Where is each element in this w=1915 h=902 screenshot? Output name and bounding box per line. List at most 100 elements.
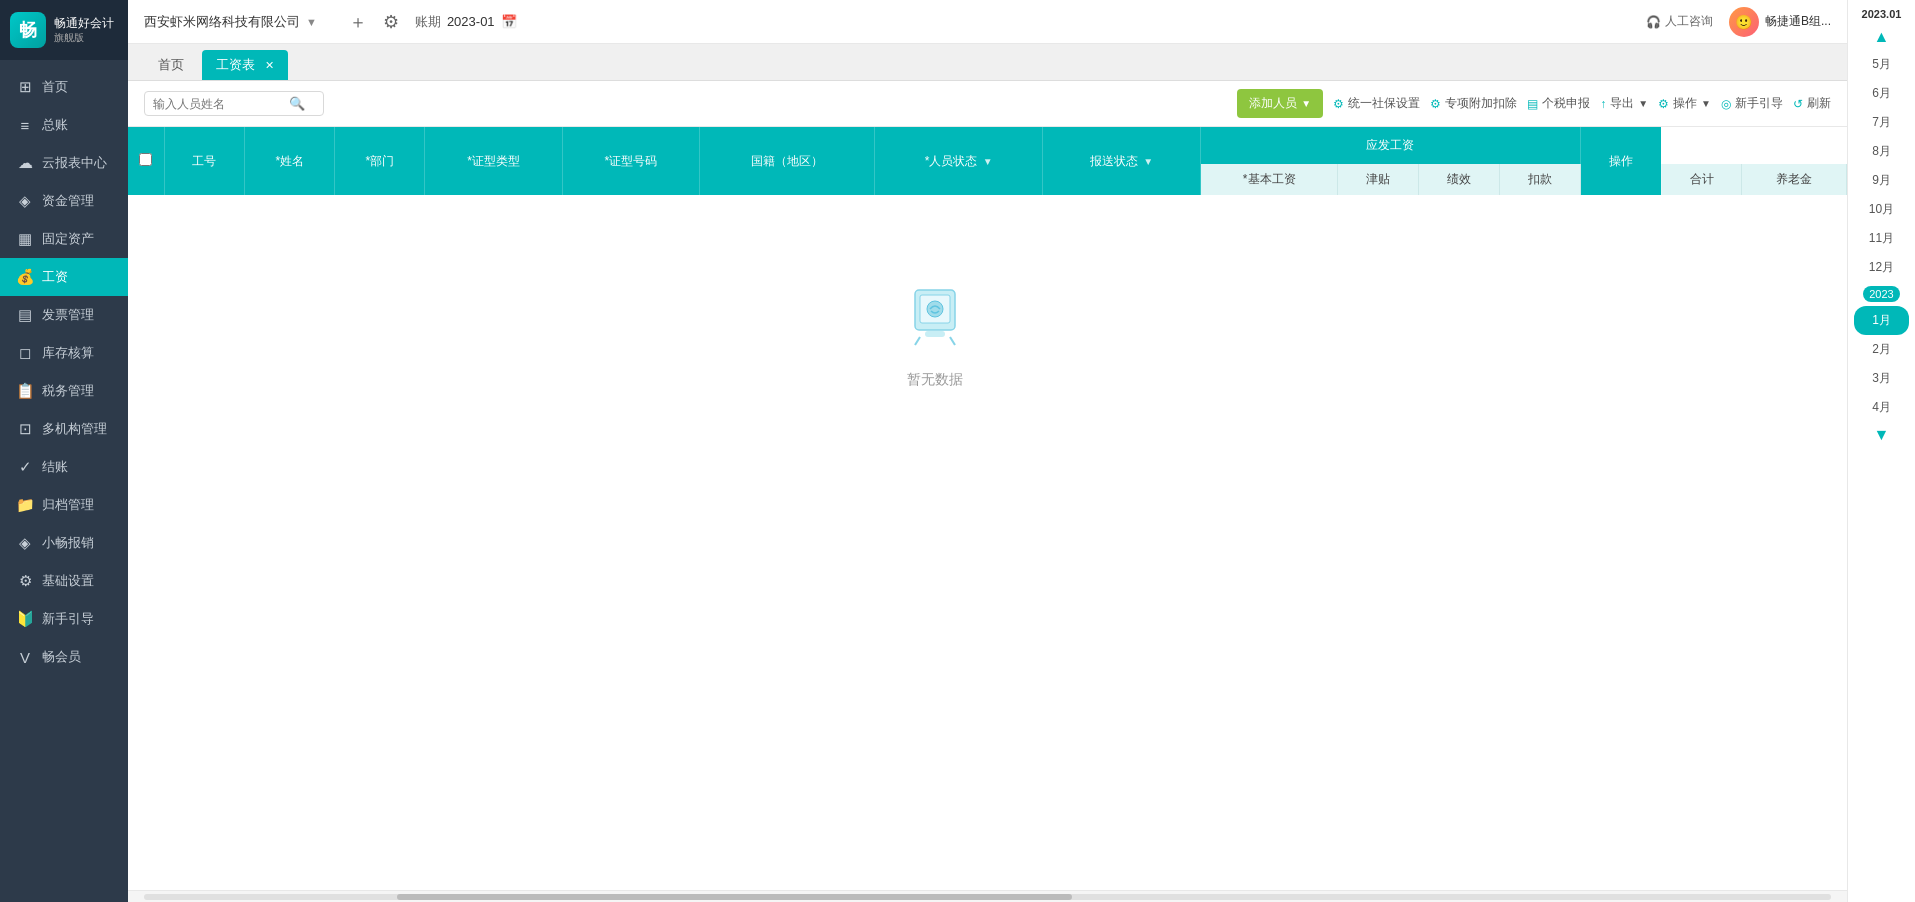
month-item-9[interactable]: 9月 [1848, 166, 1915, 195]
col-status: *人员状态 ▼ [875, 127, 1042, 195]
refresh-btn[interactable]: ↺ 刷新 [1793, 95, 1831, 112]
add-company-btn[interactable]: ＋ [345, 6, 371, 38]
sidebar-item-guide[interactable]: 🔰 新手引导 [0, 600, 128, 638]
inventory-icon: ◻ [16, 344, 34, 362]
tax-icon: 📋 [16, 382, 34, 400]
sidebar-item-close[interactable]: ✓ 结账 [0, 448, 128, 486]
col-id-num: *证型号码 [562, 127, 699, 195]
month-item-10[interactable]: 10月 [1848, 195, 1915, 224]
main-area: 西安虾米网络科技有限公司 ▼ ＋ ⚙ 账期 2023-01 📅 🎧 人工咨询 🙂… [128, 0, 1847, 902]
svg-line-4 [915, 337, 920, 345]
sidebar-item-expense[interactable]: ◈ 小畅报销 [0, 524, 128, 562]
bottom-scrollbar[interactable] [128, 890, 1847, 902]
year-badge: 2023 [1863, 286, 1899, 302]
sidebar-item-tax[interactable]: 📋 税务管理 [0, 372, 128, 410]
month-item-3[interactable]: 3月 [1848, 364, 1915, 393]
col-name: *姓名 [245, 127, 335, 195]
tab-home[interactable]: 首页 [144, 50, 198, 80]
user-avatar: 🙂 [1729, 7, 1759, 37]
deduction-icon: ⚙ [1430, 97, 1441, 111]
company-selector[interactable]: 西安虾米网络科技有限公司 ▼ [144, 13, 317, 31]
social-security-btn[interactable]: ⚙ 统一社保设置 [1333, 95, 1420, 112]
headset-icon: 🎧 [1646, 15, 1661, 29]
tax-report-icon: ▤ [1527, 97, 1538, 111]
sidebar-item-archive[interactable]: 📁 归档管理 [0, 486, 128, 524]
search-wrap: 🔍 [144, 91, 324, 116]
cloud-icon: ☁ [16, 154, 34, 172]
empty-text: 暂无数据 [907, 371, 963, 389]
toolbar-right: 添加人员 ▼ ⚙ 统一社保设置 ⚙ 专项附加扣除 ▤ 个税申报 ↑ 导出 ▼ ⚙ [1237, 89, 1831, 118]
sidebar-item-home[interactable]: ⊞ 首页 [0, 68, 128, 106]
month-item-6[interactable]: 6月 [1848, 79, 1915, 108]
status-filter-icon[interactable]: ▼ [983, 156, 993, 167]
submit-filter-icon[interactable]: ▼ [1143, 156, 1153, 167]
select-all-checkbox[interactable] [139, 153, 152, 166]
expense-icon: ◈ [16, 534, 34, 552]
calendar-icon[interactable]: 📅 [501, 14, 517, 29]
month-item-7[interactable]: 7月 [1848, 108, 1915, 137]
month-item-2[interactable]: 2月 [1848, 335, 1915, 364]
home-icon: ⊞ [16, 78, 34, 96]
sidebar: 畅 畅通好会计 旗舰版 ⊞ 首页 ≡ 总账 ☁ 云报表中心 ◈ 资金管理 ▦ 固… [0, 0, 128, 902]
col-payroll-header: 应发工资 [1201, 127, 1581, 164]
col-total: 合计 [1661, 164, 1742, 195]
guide-btn[interactable]: ◎ 新手引导 [1721, 95, 1783, 112]
archive-icon: 📁 [16, 496, 34, 514]
sidebar-item-salary[interactable]: 💰 工资 [0, 258, 128, 296]
export-chevron-icon: ▼ [1638, 98, 1648, 109]
user-info[interactable]: 🙂 畅捷通B组... [1729, 7, 1831, 37]
top-header: 西安虾米网络科技有限公司 ▼ ＋ ⚙ 账期 2023-01 📅 🎧 人工咨询 🙂… [128, 0, 1847, 44]
fund-icon: ◈ [16, 192, 34, 210]
sidebar-item-ledger[interactable]: ≡ 总账 [0, 106, 128, 144]
sidebar-nav: ⊞ 首页 ≡ 总账 ☁ 云报表中心 ◈ 资金管理 ▦ 固定资产 💰 工资 ▤ 发… [0, 60, 128, 902]
sidebar-item-settings[interactable]: ⚙ 基础设置 [0, 562, 128, 600]
company-name: 西安虾米网络科技有限公司 [144, 13, 300, 31]
sidebar-item-report[interactable]: ☁ 云报表中心 [0, 144, 128, 182]
tab-salary[interactable]: 工资表 ✕ [202, 50, 288, 80]
sidebar-item-inventory[interactable]: ◻ 库存核算 [0, 334, 128, 372]
search-icon[interactable]: 🔍 [289, 96, 305, 111]
account-period: 账期 2023-01 📅 [415, 13, 517, 31]
empty-illustration [895, 275, 975, 355]
asset-icon: ▦ [16, 230, 34, 248]
scroll-thumb [397, 894, 1072, 900]
right-panel: 2023.01 ▲ 5月 6月 7月 8月 9月 10月 11月 12月 202… [1847, 0, 1915, 902]
month-item-4[interactable]: 4月 [1848, 393, 1915, 422]
sidebar-item-asset[interactable]: ▦ 固定资产 [0, 220, 128, 258]
svg-rect-3 [925, 331, 945, 337]
current-date-label: 2023.01 [1862, 4, 1902, 24]
tax-report-btn[interactable]: ▤ 个税申报 [1527, 95, 1590, 112]
guide-icon: 🔰 [16, 610, 34, 628]
header-right: 🎧 人工咨询 🙂 畅捷通B组... [1646, 7, 1831, 37]
scroll-up-icon[interactable]: ▲ [1870, 24, 1894, 50]
special-deduction-btn[interactable]: ⚙ 专项附加扣除 [1430, 95, 1517, 112]
tab-close-icon[interactable]: ✕ [265, 59, 274, 71]
sidebar-item-member[interactable]: V 畅会员 [0, 638, 128, 676]
service-btn[interactable]: 🎧 人工咨询 [1646, 13, 1713, 30]
member-icon: V [16, 649, 34, 666]
svg-point-2 [927, 301, 943, 317]
sidebar-item-multi[interactable]: ⊡ 多机构管理 [0, 410, 128, 448]
social-security-icon: ⚙ [1333, 97, 1344, 111]
month-item-5[interactable]: 5月 [1848, 50, 1915, 79]
month-item-11[interactable]: 11月 [1848, 224, 1915, 253]
col-id-type: *证型类型 [425, 127, 562, 195]
tab-bar: 首页 工资表 ✕ [128, 44, 1847, 81]
month-item-1-active[interactable]: 1月 [1854, 306, 1909, 335]
logo-text: 畅通好会计 旗舰版 [54, 16, 114, 45]
scroll-down-icon[interactable]: ▼ [1870, 422, 1894, 448]
settings-btn[interactable]: ⚙ [379, 7, 403, 37]
add-person-btn[interactable]: 添加人员 ▼ [1237, 89, 1323, 118]
col-nationality: 国籍（地区） [700, 127, 875, 195]
col-deduction: 扣款 [1499, 164, 1580, 195]
sidebar-item-invoice[interactable]: ▤ 发票管理 [0, 296, 128, 334]
export-btn[interactable]: ↑ 导出 ▼ [1600, 95, 1648, 112]
period-label: 账期 [415, 13, 441, 31]
month-item-8[interactable]: 8月 [1848, 137, 1915, 166]
col-allowance: 津贴 [1338, 164, 1419, 195]
search-input[interactable] [153, 97, 283, 111]
company-chevron-icon: ▼ [306, 16, 317, 28]
sidebar-item-fund[interactable]: ◈ 资金管理 [0, 182, 128, 220]
month-item-12[interactable]: 12月 [1848, 253, 1915, 282]
operation-btn[interactable]: ⚙ 操作 ▼ [1658, 95, 1711, 112]
